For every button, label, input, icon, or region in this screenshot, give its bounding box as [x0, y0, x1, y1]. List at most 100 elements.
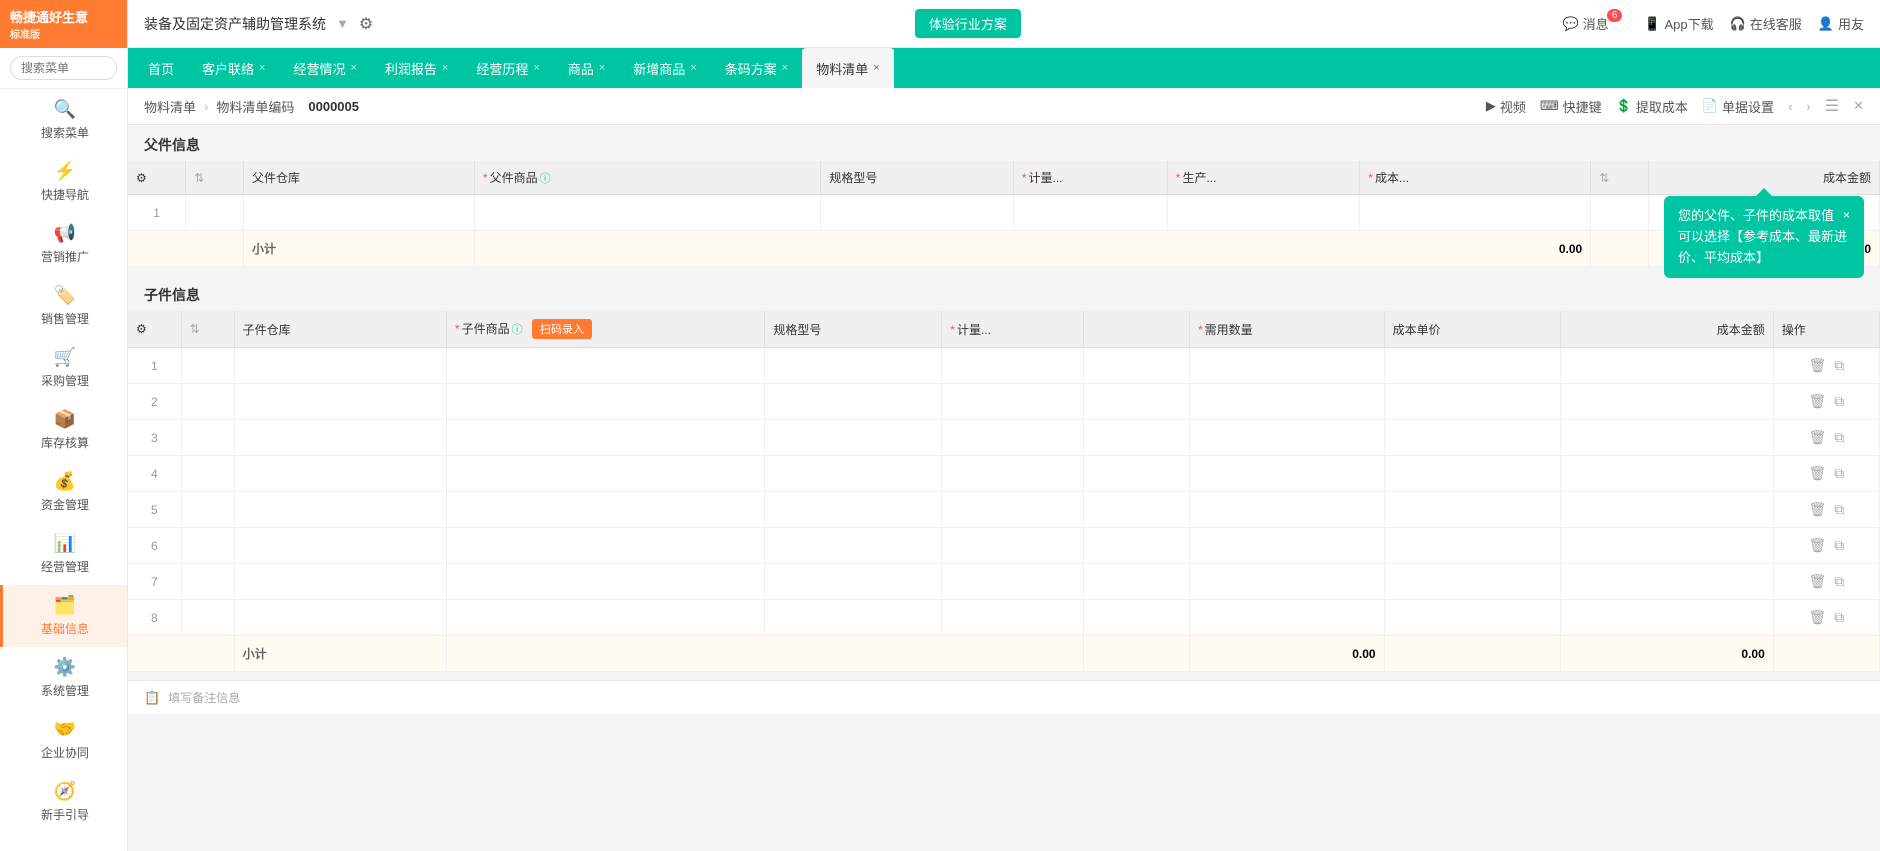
child-row-8-spec[interactable] [765, 600, 942, 636]
parent-row-1-spec[interactable] [821, 195, 1013, 231]
child-row-5-unit-cost[interactable] [1384, 492, 1561, 528]
child-row-1-spec[interactable] [765, 348, 942, 384]
child-row-4-unit[interactable] [942, 456, 1084, 492]
child-row-5-copy-icon[interactable]: ⧉ [1834, 501, 1844, 518]
child-row-4-copy-icon[interactable]: ⧉ [1834, 465, 1844, 482]
nav-tab-bom[interactable]: 物料清单× [802, 48, 893, 88]
child-row-2-unit-cost[interactable] [1384, 384, 1561, 420]
parent-row-1-warehouse[interactable] [243, 195, 474, 231]
child-row-2-spec[interactable] [765, 384, 942, 420]
child-row-8-qty[interactable] [1189, 600, 1384, 636]
child-row-4-spec[interactable] [765, 456, 942, 492]
sidebar-item-marketing[interactable]: 📢 营销推广 [0, 213, 127, 275]
child-row-3-qty[interactable] [1189, 420, 1384, 456]
child-row-1-delete-icon[interactable]: 🗑 [1808, 357, 1826, 374]
nav-tab-close-operation-status[interactable]: × [350, 62, 356, 74]
child-row-4-unit-cost[interactable] [1384, 456, 1561, 492]
child-row-7-unit[interactable] [942, 564, 1084, 600]
view-btn[interactable]: ▶ 视频 [1486, 97, 1526, 116]
child-row-6-qty[interactable] [1189, 528, 1384, 564]
cost-btn[interactable]: 💲 提取成本 [1616, 97, 1688, 116]
sidebar-item-sales[interactable]: 🏷️ 销售管理 [0, 275, 127, 337]
nav-tab-close-bom[interactable]: × [873, 62, 879, 74]
nav-tab-operation-history[interactable]: 经营历程× [462, 48, 553, 88]
service-item[interactable]: 🎧 在线客服 [1730, 14, 1802, 33]
download-item[interactable]: 📱 App下载 [1644, 14, 1713, 33]
search-input[interactable] [10, 56, 117, 80]
child-row-6-delete-icon[interactable]: 🗑 [1808, 537, 1826, 554]
child-row-1-qty[interactable] [1189, 348, 1384, 384]
child-row-4-product[interactable] [446, 456, 764, 492]
child-row-5-unit[interactable] [942, 492, 1084, 528]
child-row-8-warehouse[interactable] [234, 600, 446, 636]
sidebar-item-finance[interactable]: 💰 资金管理 [0, 461, 127, 523]
child-row-2-warehouse[interactable] [234, 384, 446, 420]
child-row-2-delete-icon[interactable]: 🗑 [1808, 393, 1826, 410]
child-row-4-warehouse[interactable] [234, 456, 446, 492]
tooltip-close-btn[interactable]: × [1843, 206, 1850, 225]
child-row-6-warehouse[interactable] [234, 528, 446, 564]
child-row-5-warehouse[interactable] [234, 492, 446, 528]
child-row-1-unit-cost[interactable] [1384, 348, 1561, 384]
child-row-6-product[interactable] [446, 528, 764, 564]
nav-tab-customer[interactable]: 客户联络× [188, 48, 279, 88]
child-row-7-unit-cost[interactable] [1384, 564, 1561, 600]
child-row-8-delete-icon[interactable]: 🗑 [1808, 609, 1826, 626]
child-row-8-product[interactable] [446, 600, 764, 636]
dropdown-arrow-icon[interactable]: ▼ [336, 16, 349, 31]
child-row-5-delete-icon[interactable]: 🗑 [1808, 501, 1826, 518]
child-row-3-product[interactable] [446, 420, 764, 456]
child-row-3-spec[interactable] [765, 420, 942, 456]
sidebar-item-quick-nav[interactable]: ⚡ 快捷导航 [0, 151, 127, 213]
child-row-1-product[interactable] [446, 348, 764, 384]
child-row-8-unit[interactable] [942, 600, 1084, 636]
child-row-3-unit-cost[interactable] [1384, 420, 1561, 456]
child-row-4-qty[interactable] [1189, 456, 1384, 492]
child-row-7-copy-icon[interactable]: ⧉ [1834, 573, 1844, 590]
child-row-3-copy-icon[interactable]: ⧉ [1834, 429, 1844, 446]
child-row-1-unit[interactable] [942, 348, 1084, 384]
sidebar-item-search[interactable]: 🔍 搜索菜单 [0, 89, 127, 151]
sidebar-item-basic[interactable]: 🗂️ 基础信息 [0, 585, 127, 647]
nav-tab-home[interactable]: 首页 [134, 48, 188, 88]
child-row-3-warehouse[interactable] [234, 420, 446, 456]
trial-button[interactable]: 体验行业方案 [915, 9, 1021, 38]
child-row-2-unit[interactable] [942, 384, 1084, 420]
message-item[interactable]: 💬 消息 6 [1562, 14, 1628, 33]
sidebar-item-purchase[interactable]: 🛒 采购管理 [0, 337, 127, 399]
child-row-7-spec[interactable] [765, 564, 942, 600]
parent-row-1-cost[interactable] [1360, 195, 1591, 231]
sidebar-item-inventory[interactable]: 📦 库存核算 [0, 399, 127, 461]
child-row-1-warehouse[interactable] [234, 348, 446, 384]
nav-tab-close-profit[interactable]: × [442, 62, 448, 74]
child-row-3-unit[interactable] [942, 420, 1084, 456]
child-row-2-qty[interactable] [1189, 384, 1384, 420]
parent-row-1-unit[interactable] [1013, 195, 1167, 231]
single-setting-btn[interactable]: 📄 单据设置 [1702, 97, 1774, 116]
shortcut-btn[interactable]: ⌨ 快捷键 [1540, 97, 1602, 116]
child-row-7-qty[interactable] [1189, 564, 1384, 600]
nav-tab-close-customer[interactable]: × [259, 62, 265, 74]
sidebar-item-guide[interactable]: 🧭 新手引导 [0, 771, 127, 833]
nav-tab-operation-status[interactable]: 经营情况× [279, 48, 370, 88]
nav-tab-close-new-product[interactable]: × [690, 62, 696, 74]
close-page-icon[interactable]: ✕ [1853, 98, 1864, 114]
nav-tab-new-product[interactable]: 新增商品× [619, 48, 710, 88]
nav-right-btn[interactable]: › [1806, 99, 1810, 114]
nav-tab-profit[interactable]: 利润报告× [371, 48, 462, 88]
child-row-1-copy-icon[interactable]: ⧉ [1834, 357, 1844, 374]
nav-tab-close-operation-history[interactable]: × [533, 62, 539, 74]
nav-tab-close-product[interactable]: × [599, 62, 605, 74]
child-row-5-spec[interactable] [765, 492, 942, 528]
nav-tab-product[interactable]: 商品× [554, 48, 619, 88]
child-row-6-copy-icon[interactable]: ⧉ [1834, 537, 1844, 554]
scan-btn[interactable]: 扫码录入 [532, 319, 592, 339]
child-row-7-delete-icon[interactable]: 🗑 [1808, 573, 1826, 590]
child-row-2-product[interactable] [446, 384, 764, 420]
child-row-5-qty[interactable] [1189, 492, 1384, 528]
child-row-7-product[interactable] [446, 564, 764, 600]
sidebar-item-system[interactable]: ⚙️ 系统管理 [0, 647, 127, 709]
child-row-8-copy-icon[interactable]: ⧉ [1834, 609, 1844, 626]
nav-tab-barcode[interactable]: 条码方案× [711, 48, 802, 88]
user-item[interactable]: 👤 用友 [1818, 14, 1864, 33]
